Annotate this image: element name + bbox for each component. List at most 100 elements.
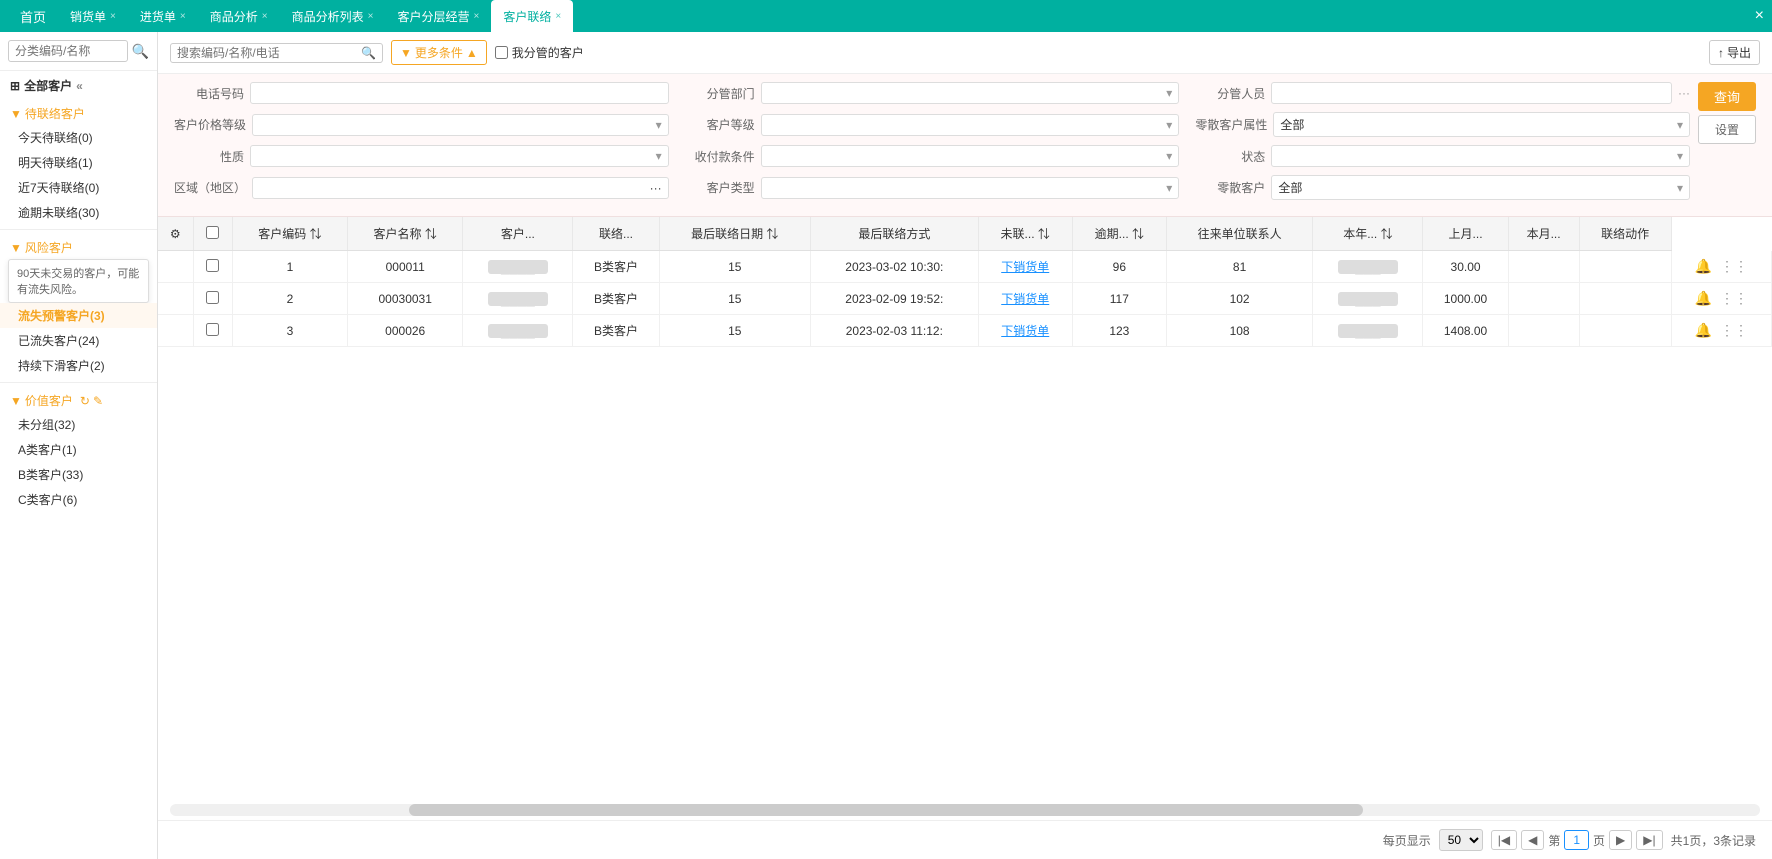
filter-retail-attr-select[interactable]: 全部 ▾: [1273, 112, 1690, 137]
sidebar-item-today-pending[interactable]: 今天待联络(0): [0, 125, 157, 150]
contact-icon-3[interactable]: 🔔: [1695, 322, 1712, 339]
setting-button[interactable]: 设置: [1698, 115, 1756, 144]
filter-nature-select[interactable]: ▾: [250, 145, 669, 167]
td-type-3: B类客户: [573, 315, 659, 347]
sidebar-search-area: 🔍: [0, 32, 157, 71]
sidebar-search-input[interactable]: [8, 40, 128, 62]
th-name[interactable]: 客户名称 ⇅: [348, 217, 463, 251]
last-method-link-3[interactable]: 下销货单: [1001, 324, 1049, 338]
close-tab-product-analysis-list[interactable]: ×: [368, 11, 374, 22]
sidebar-item-7days-pending[interactable]: 近7天待联络(0): [0, 175, 157, 200]
sidebar-group-pending[interactable]: ▼ 待联络客户: [0, 100, 157, 125]
sidebar-item-churned[interactable]: 已流失客户(24): [0, 328, 157, 353]
th-overdue[interactable]: 逾期... ⇅: [1072, 217, 1166, 251]
sidebar-item-ungrouped[interactable]: 未分组(32): [0, 412, 157, 437]
sort-icon-date: ⇅: [766, 227, 778, 241]
contact-icon-1[interactable]: 🔔: [1695, 258, 1712, 275]
td-checkbox-2[interactable]: [193, 283, 232, 315]
th-settings[interactable]: ⚙: [158, 217, 193, 251]
contact-icon-2[interactable]: 🔔: [1695, 290, 1712, 307]
last-method-link-2[interactable]: 下销货单: [1001, 292, 1049, 306]
th-contact-count[interactable]: 联络...: [573, 217, 659, 251]
row-checkbox-1[interactable]: [206, 259, 219, 272]
sidebar-collapse-button[interactable]: «: [76, 79, 83, 93]
th-this-year[interactable]: 本年... ⇅: [1313, 217, 1423, 251]
next-page-button[interactable]: ▶: [1609, 830, 1632, 850]
search-button[interactable]: 🔍: [361, 46, 376, 60]
tab-sales-order[interactable]: 销货单 ×: [58, 0, 128, 32]
td-last-method-2[interactable]: 下销货单: [978, 283, 1072, 315]
manager-more-icon[interactable]: ···: [1678, 86, 1690, 100]
filter-retail-customer-select[interactable]: 全部 ▾: [1271, 175, 1690, 200]
close-tab-product-analysis[interactable]: ×: [262, 11, 268, 22]
export-button[interactable]: ↑ 导出: [1709, 40, 1760, 65]
sidebar-item-declining[interactable]: 持续下滑客户(2): [0, 353, 157, 378]
select-all-checkbox[interactable]: [206, 226, 219, 239]
prev-page-button[interactable]: ◀: [1521, 830, 1544, 850]
my-customers-checkbox-wrap[interactable]: 我分管的客户: [495, 44, 584, 61]
scrollbar-thumb[interactable]: [409, 804, 1363, 816]
sidebar-item-overdue-contact[interactable]: 逾期未联络(30): [0, 200, 157, 225]
sidebar-all-customers[interactable]: ⊞ 全部客户 «: [0, 71, 157, 100]
filter-customer-level-select[interactable]: ▾: [761, 114, 1180, 136]
th-not-contacted[interactable]: 未联... ⇅: [978, 217, 1072, 251]
sidebar-search-icon[interactable]: 🔍: [132, 43, 149, 60]
th-last-contact-date[interactable]: 最后联络日期 ⇅: [659, 217, 810, 251]
sidebar-item-c-class[interactable]: C类客户(6): [0, 487, 157, 512]
th-last-contact-method[interactable]: 最后联络方式: [811, 217, 979, 251]
row-checkbox-3[interactable]: [206, 323, 219, 336]
filter-region-select[interactable]: ···: [252, 177, 669, 199]
filter-status-select[interactable]: ▾: [1271, 145, 1690, 167]
region-more-icon[interactable]: ···: [650, 181, 662, 195]
close-all-button[interactable]: ×: [1755, 7, 1764, 25]
tab-product-analysis[interactable]: 商品分析 ×: [198, 0, 280, 32]
row-checkbox-2[interactable]: [206, 291, 219, 304]
filter-phone-input[interactable]: [250, 82, 669, 104]
th-last-month[interactable]: 上月...: [1423, 217, 1508, 251]
first-page-button[interactable]: |◀: [1491, 830, 1517, 850]
more-action-icon-2[interactable]: ⋮⋮: [1720, 290, 1748, 307]
th-code[interactable]: 客户编码 ⇅: [232, 217, 347, 251]
tab-purchase-order[interactable]: 进货单 ×: [128, 0, 198, 32]
sidebar-item-tomorrow-pending[interactable]: 明天待联络(1): [0, 150, 157, 175]
refresh-icon[interactable]: ↻: [80, 394, 90, 408]
sidebar-item-churn-warning[interactable]: 流失预警客户(3): [0, 303, 157, 328]
more-filter-button[interactable]: ▼ 更多条件 ▲: [391, 40, 487, 65]
sidebar-group-value[interactable]: ▼ 价值客户 ↻ ✎: [0, 387, 157, 412]
tab-product-analysis-list[interactable]: 商品分析列表 ×: [280, 0, 386, 32]
per-page-select[interactable]: 50: [1439, 829, 1483, 851]
close-tab-customer-contact[interactable]: ×: [555, 11, 561, 22]
search-input[interactable]: [177, 46, 357, 60]
my-customers-checkbox[interactable]: [495, 46, 508, 59]
th-checkbox[interactable]: [193, 217, 232, 251]
tab-home[interactable]: 首页: [8, 0, 58, 32]
more-action-icon-3[interactable]: ⋮⋮: [1720, 322, 1748, 339]
query-button[interactable]: 查询: [1698, 82, 1756, 111]
sidebar-group-risk[interactable]: ▼ 风险客户: [0, 234, 157, 259]
td-last-method-1[interactable]: 下销货单: [978, 251, 1072, 283]
filter-manager-input[interactable]: [1271, 82, 1672, 104]
last-page-button[interactable]: ▶|: [1636, 830, 1662, 850]
td-checkbox-3[interactable]: [193, 315, 232, 347]
th-this-month[interactable]: 本月...: [1508, 217, 1579, 251]
close-tab-customer-stratification[interactable]: ×: [473, 11, 479, 22]
close-tab-purchase-order[interactable]: ×: [180, 11, 186, 22]
sidebar-item-a-class[interactable]: A类客户(1): [0, 437, 157, 462]
horizontal-scrollbar[interactable]: [170, 804, 1760, 816]
tab-customer-stratification[interactable]: 客户分层经营 ×: [385, 0, 491, 32]
more-action-icon-1[interactable]: ⋮⋮: [1720, 258, 1748, 275]
close-tab-sales-order[interactable]: ×: [110, 11, 116, 22]
filter-dept-select[interactable]: ▾: [761, 82, 1180, 104]
th-customer-type[interactable]: 客户...: [463, 217, 573, 251]
filter-customer-type-select[interactable]: ▾: [761, 177, 1180, 199]
last-method-link-1[interactable]: 下销货单: [1001, 260, 1049, 274]
sidebar-item-b-class[interactable]: B类客户(33): [0, 462, 157, 487]
filter-payment-select[interactable]: ▾: [761, 145, 1180, 167]
edit-icon[interactable]: ✎: [93, 394, 103, 408]
td-last-method-3[interactable]: 下销货单: [978, 315, 1072, 347]
filter-nature: 性质 ▾: [174, 145, 669, 167]
tab-customer-contact[interactable]: 客户联络 ×: [491, 0, 573, 32]
td-checkbox-1[interactable]: [193, 251, 232, 283]
filter-price-level-select[interactable]: ▾: [252, 114, 669, 136]
th-unit-contact[interactable]: 往来单位联系人: [1166, 217, 1312, 251]
